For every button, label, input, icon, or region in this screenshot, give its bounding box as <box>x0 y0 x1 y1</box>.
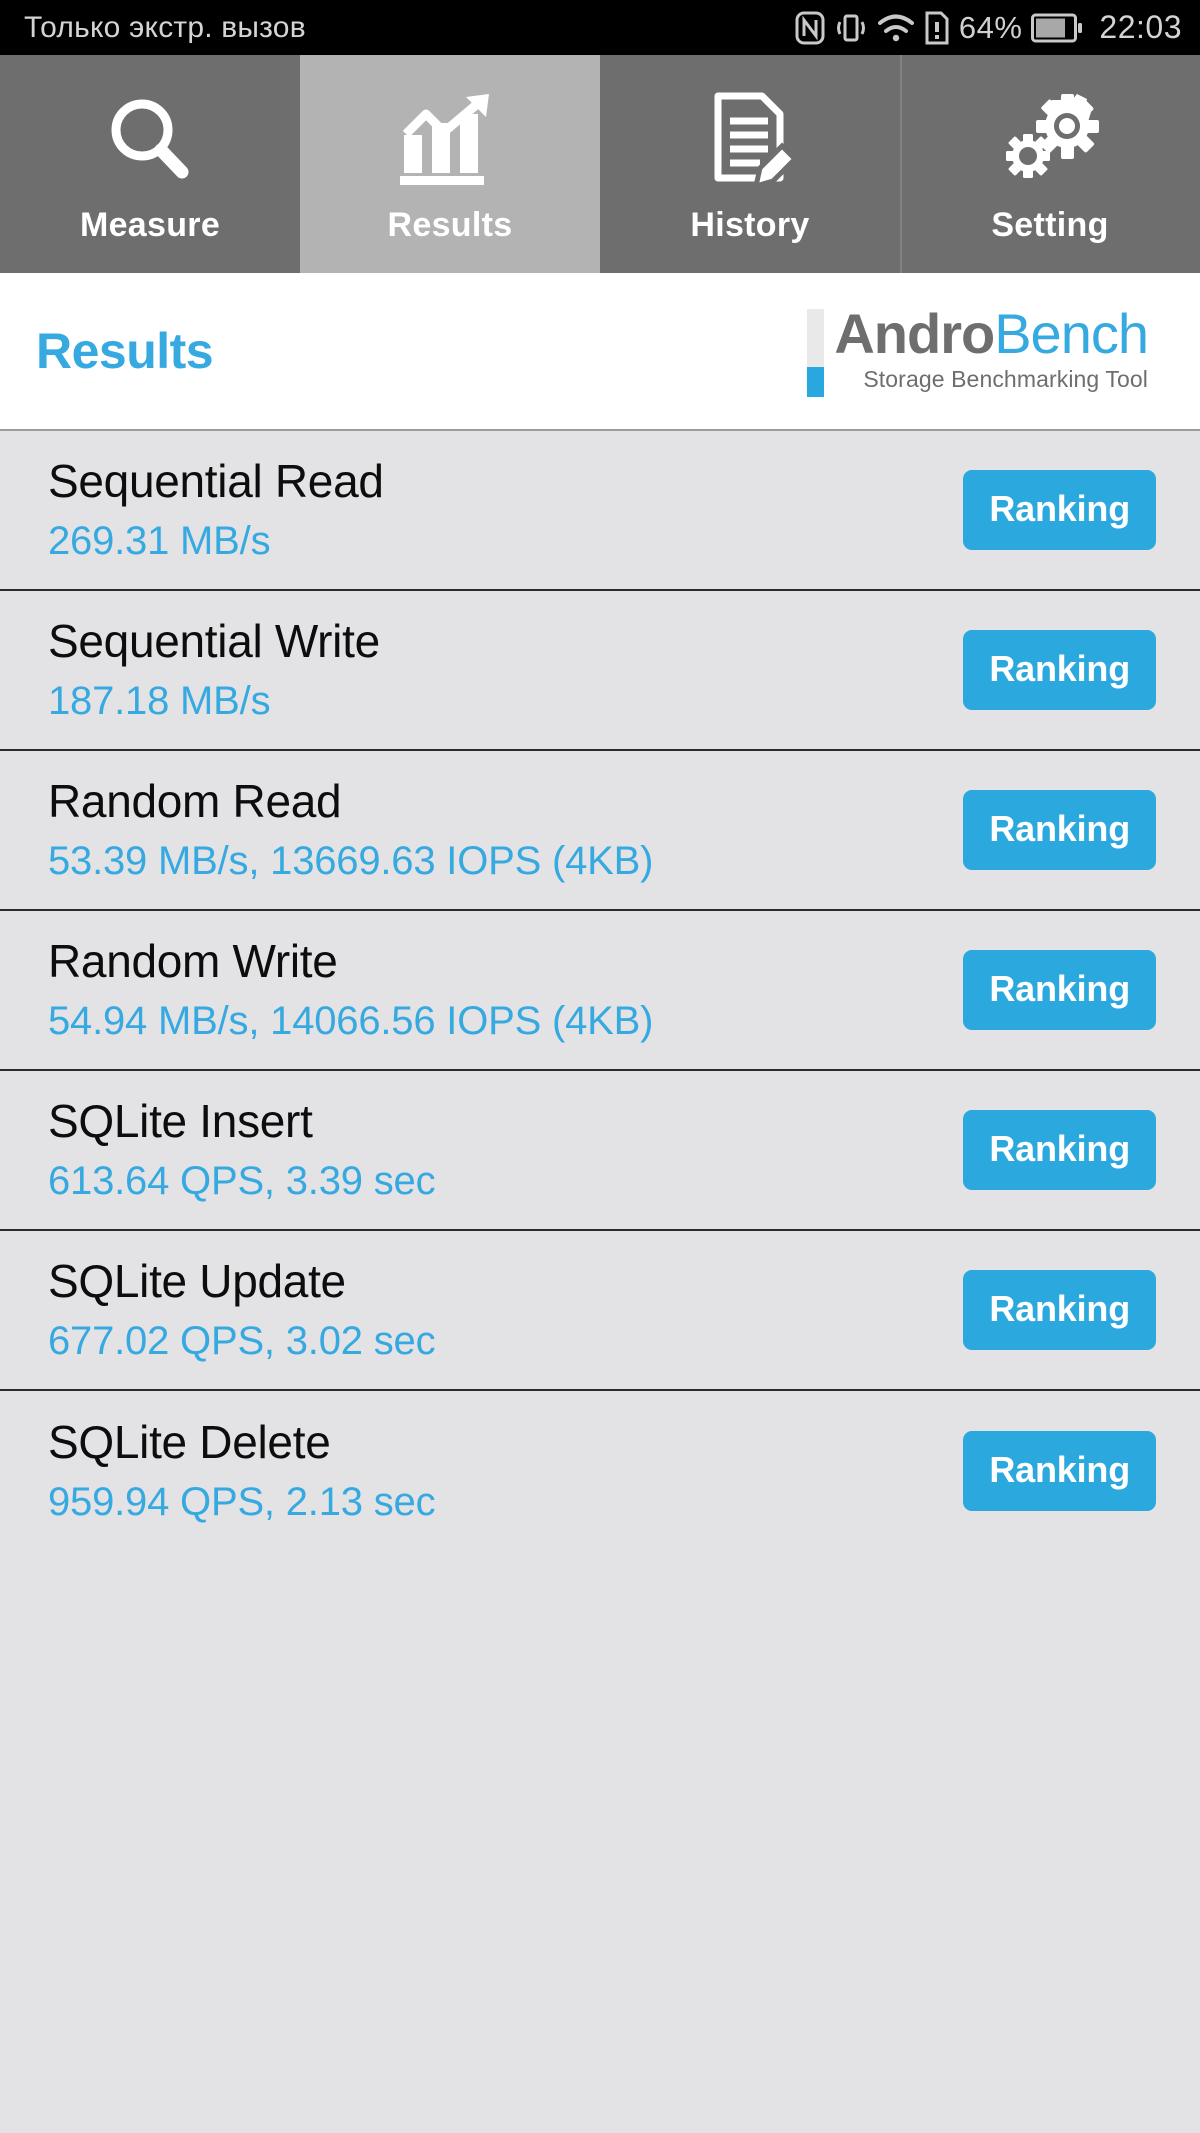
results-list: Sequential Read 269.31 MB/s Ranking Sequ… <box>0 431 1200 1551</box>
battery-percent-label: 64% <box>958 9 1023 45</box>
logo-tagline: Storage Benchmarking Tool <box>863 366 1148 392</box>
tab-setting[interactable]: Setting <box>900 55 1200 273</box>
tab-results[interactable]: Results <box>300 55 600 273</box>
ranking-button[interactable]: Ranking <box>963 950 1156 1030</box>
ranking-button[interactable]: Ranking <box>963 630 1156 710</box>
battery-icon <box>1031 13 1083 43</box>
ranking-button[interactable]: Ranking <box>963 1270 1156 1350</box>
result-texts: SQLite Insert 613.64 QPS, 3.39 sec <box>48 1094 436 1206</box>
gears-icon <box>995 88 1105 192</box>
vibrate-icon <box>834 11 868 45</box>
result-row[interactable]: SQLite Insert 613.64 QPS, 3.39 sec Ranki… <box>0 1071 1200 1231</box>
document-pencil-icon <box>700 88 800 192</box>
page-title: Results <box>36 323 214 379</box>
nfc-icon <box>795 11 825 45</box>
result-name: SQLite Delete <box>48 1416 331 1468</box>
result-value: 677.02 QPS, 3.02 sec <box>48 1319 436 1363</box>
result-name: Random Read <box>48 775 342 827</box>
result-texts: Random Write 54.94 MB/s, 14066.56 IOPS (… <box>48 934 653 1046</box>
logo-bar-top <box>807 309 825 367</box>
result-row[interactable]: Sequential Write 187.18 MB/s Ranking <box>0 591 1200 751</box>
bar-chart-arrow-icon <box>396 88 504 192</box>
logo-secondary: Bench <box>994 302 1149 365</box>
carrier-label: Только экстр. вызов <box>24 10 306 44</box>
tab-history-label: History <box>690 205 810 244</box>
result-name: Random Write <box>48 935 338 987</box>
ranking-button[interactable]: Ranking <box>963 1110 1156 1190</box>
result-row[interactable]: Random Read 53.39 MB/s, 13669.63 IOPS (4… <box>0 751 1200 911</box>
clock-label: 22:03 <box>1099 9 1182 45</box>
result-name: SQLite Update <box>48 1255 346 1307</box>
result-name: SQLite Insert <box>48 1095 313 1147</box>
result-texts: SQLite Delete 959.94 QPS, 2.13 sec <box>48 1415 436 1527</box>
result-row[interactable]: Random Write 54.94 MB/s, 14066.56 IOPS (… <box>0 911 1200 1071</box>
ranking-button[interactable]: Ranking <box>963 470 1156 550</box>
result-row[interactable]: SQLite Delete 959.94 QPS, 2.13 sec Ranki… <box>0 1391 1200 1551</box>
result-texts: SQLite Update 677.02 QPS, 3.02 sec <box>48 1254 436 1366</box>
result-row[interactable]: Sequential Read 269.31 MB/s Ranking <box>0 431 1200 591</box>
magnifier-icon <box>100 88 200 192</box>
tab-history[interactable]: History <box>600 55 900 273</box>
result-value: 269.31 MB/s <box>48 519 271 563</box>
status-bar: Только экстр. вызов 64% 22:03 <box>0 0 1200 55</box>
logo-bar-bottom <box>807 367 825 397</box>
tab-measure-label: Measure <box>79 205 221 244</box>
ranking-button[interactable]: Ranking <box>963 1431 1156 1511</box>
logo-text: AndroBench Storage Benchmarking Tool <box>834 302 1149 393</box>
wifi-icon <box>877 12 915 44</box>
result-texts: Sequential Read 269.31 MB/s <box>48 454 384 566</box>
result-texts: Sequential Write 187.18 MB/s <box>48 614 380 726</box>
logo-primary: Andro <box>834 302 995 365</box>
androbench-logo: AndroBench Storage Benchmarking Tool <box>807 302 1149 397</box>
logo-wordmark: AndroBench <box>834 302 1149 365</box>
result-name: Sequential Read <box>48 455 384 507</box>
tab-setting-label: Setting <box>991 205 1109 244</box>
page-header: Results AndroBench Storage Benchmarking … <box>0 273 1200 431</box>
sim-alert-icon <box>924 11 950 45</box>
result-value: 54.94 MB/s, 14066.56 IOPS (4KB) <box>48 999 654 1043</box>
result-texts: Random Read 53.39 MB/s, 13669.63 IOPS (4… <box>48 774 653 886</box>
result-value: 187.18 MB/s <box>48 679 271 723</box>
result-name: Sequential Write <box>48 615 380 667</box>
result-value: 613.64 QPS, 3.39 sec <box>48 1159 436 1203</box>
status-icons: 64% 22:03 <box>795 9 1182 46</box>
tab-results-label: Results <box>387 205 513 244</box>
result-value: 53.39 MB/s, 13669.63 IOPS (4KB) <box>48 839 654 883</box>
tab-measure[interactable]: Measure <box>0 55 300 273</box>
result-row[interactable]: SQLite Update 677.02 QPS, 3.02 sec Ranki… <box>0 1231 1200 1391</box>
result-value: 959.94 QPS, 2.13 sec <box>48 1480 436 1524</box>
ranking-button[interactable]: Ranking <box>963 790 1156 870</box>
logo-bar-icon <box>807 309 825 397</box>
tab-bar: Measure Results History Setting <box>0 55 1200 273</box>
